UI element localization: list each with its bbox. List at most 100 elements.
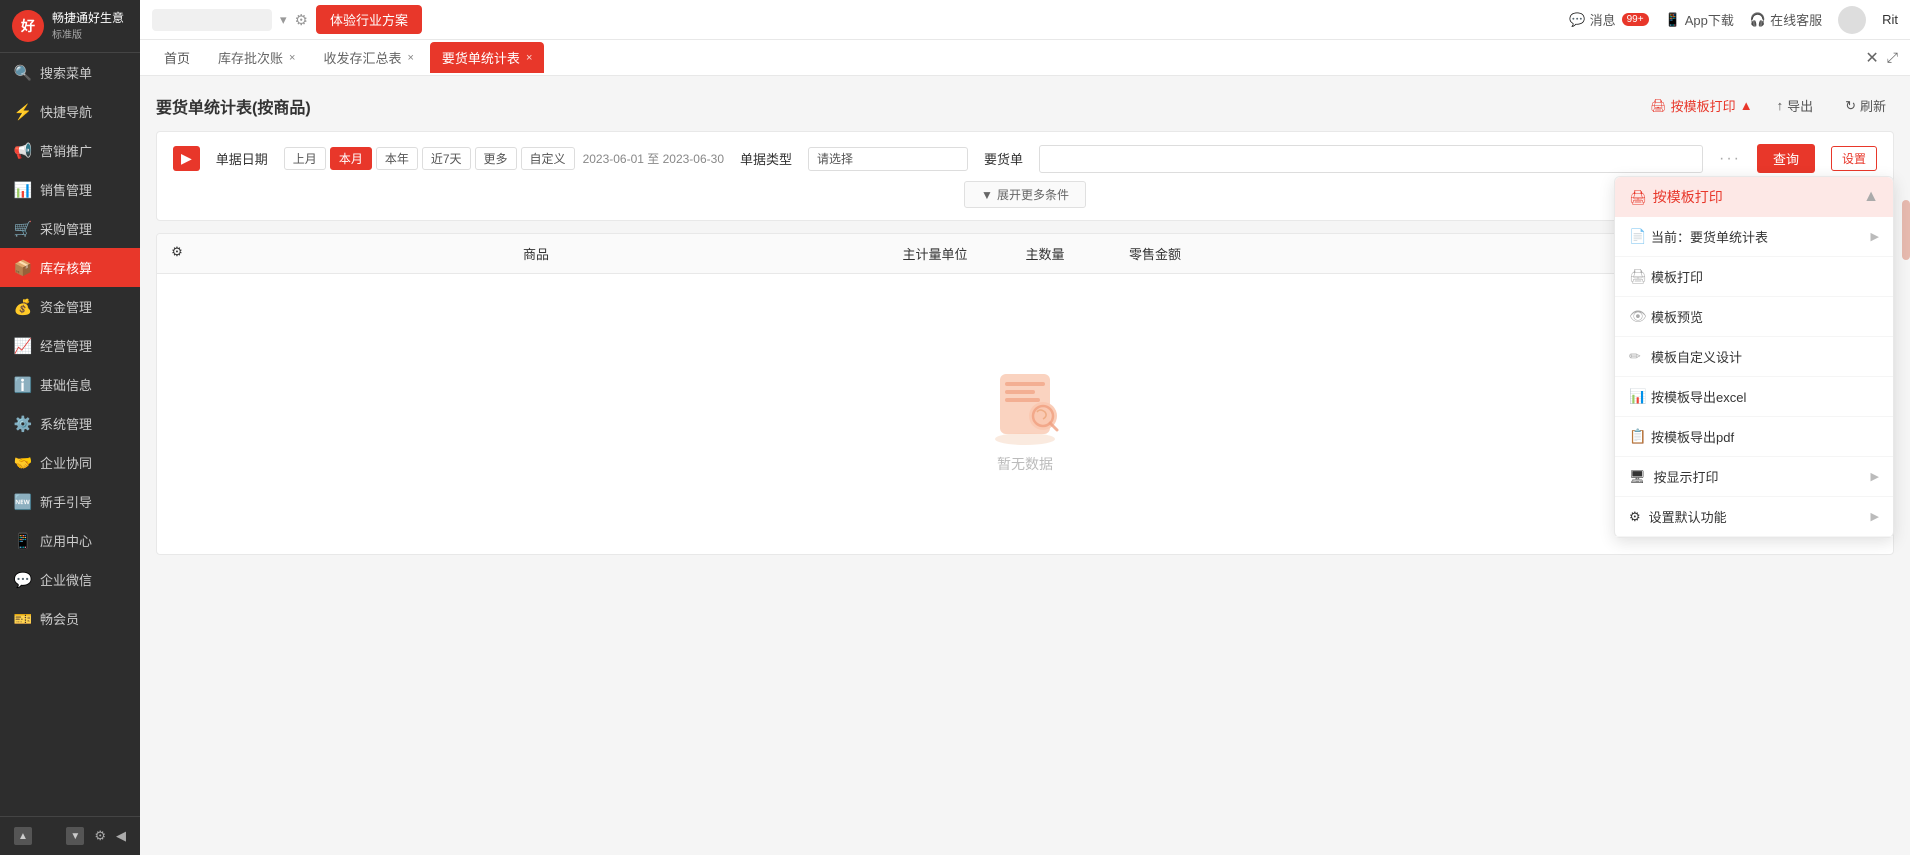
topbar-gear-icon[interactable]: ⚙ [295, 11, 308, 29]
marketing-icon: 📢 [14, 142, 32, 160]
type-select[interactable]: 请选择 [808, 147, 968, 171]
tab-home[interactable]: 首页 [152, 42, 202, 73]
dropdown-item-design[interactable]: ✏ 模板自定义设计 [1615, 337, 1893, 377]
page-title: 要货单统计表(按商品) [156, 94, 311, 118]
more-options-icon[interactable]: ··· [1719, 150, 1741, 168]
sidebar-item-marketing[interactable]: 📢 营销推广 [0, 131, 140, 170]
refresh-label: 刷新 [1860, 96, 1886, 115]
topbar-industry-btn[interactable]: 体验行业方案 [316, 5, 422, 34]
sidebar-item-quicknav[interactable]: ⚡ 快捷导航 [0, 92, 140, 131]
sidebar-item-inventory[interactable]: 📦 库存核算 [0, 248, 140, 287]
default-left: ⚙ 设置默认功能 [1629, 507, 1727, 526]
appcenter-icon: 📱 [14, 532, 32, 550]
col-amount: 零售金额 [1095, 244, 1215, 263]
tab-order-stats[interactable]: 要货单统计表 × [430, 42, 544, 73]
refresh-btn[interactable]: ↻ 刷新 [1837, 92, 1894, 119]
page-maximize-btn[interactable]: ⤢ [1887, 49, 1898, 66]
sidebar-item-operation[interactable]: 📈 经营管理 [0, 326, 140, 365]
date-btn-custom[interactable]: 自定义 [521, 147, 575, 170]
print-item-icon: 🖨 [1629, 268, 1647, 285]
date-btn-more[interactable]: 更多 [475, 147, 517, 170]
sidebar-item-wechat[interactable]: 💬 企业微信 [0, 560, 140, 599]
print-btn[interactable]: 🖨 按模板打印 ▲ [1650, 96, 1752, 115]
main-area: ▾ ⚙ 体验行业方案 💬 消息 99+ 📱 App下载 🎧 在线客服 Rit 首… [140, 0, 1910, 855]
tab-receipt-summary-close[interactable]: × [407, 52, 413, 64]
sidebar-scroll-down[interactable]: ▼ [66, 827, 84, 845]
expand-label: 展开更多条件 [997, 186, 1069, 203]
sidebar-item-purchase-label: 采购管理 [40, 219, 92, 238]
app-logo-icon: 好 [12, 10, 44, 42]
sidebar-item-inventory-label: 库存核算 [40, 258, 92, 277]
date-btn-cur[interactable]: 本月 [330, 147, 372, 170]
sidebar-item-system[interactable]: ⚙️ 系统管理 [0, 404, 140, 443]
sidebar-item-member[interactable]: 🎫 畅会员 [0, 599, 140, 638]
quicknav-icon: ⚡ [14, 103, 32, 121]
sidebar-item-newguide[interactable]: 🆕 新手引导 [0, 482, 140, 521]
appdownload-icon: 📱 [1665, 12, 1681, 28]
sidebar-item-member-label: 畅会员 [40, 609, 79, 628]
basic-icon: ℹ️ [14, 376, 32, 394]
default-label: 设置默认功能 [1649, 507, 1727, 526]
scrollbar-thumb[interactable] [1902, 200, 1910, 260]
default-icon: ⚙ [1629, 509, 1641, 525]
type-filter-label: 单据类型 [740, 149, 792, 168]
sidebar-item-appcenter-label: 应用中心 [40, 531, 92, 550]
sidebar-item-sales[interactable]: 📊 销售管理 [0, 170, 140, 209]
dropdown-current-item[interactable]: 📄 当前：要货单统计表 ▶ [1615, 217, 1893, 257]
dropdown-item-pdf-label: 按模板导出pdf [1651, 427, 1734, 446]
topbar-appdownload[interactable]: 📱 App下载 [1665, 10, 1734, 29]
preview-item-icon: 👁 [1629, 308, 1647, 325]
col-qty: 主数量 [995, 244, 1095, 263]
print-dropdown: 🖨 按模板打印 ▲ 📄 当前：要货单统计表 ▶ 🖨 模板打印 👁 模板预览 [1614, 176, 1894, 538]
goods-filter-input[interactable] [1039, 145, 1703, 173]
page-close-btn[interactable]: ✕ [1865, 48, 1878, 68]
dropdown-print-icon: 🖨 [1629, 189, 1647, 206]
date-btn-year[interactable]: 本年 [376, 147, 418, 170]
col-unit: 主计量单位 [875, 244, 995, 263]
dropdown-item-print[interactable]: 🖨 模板打印 [1615, 257, 1893, 297]
dropdown-item-default[interactable]: ⚙ 设置默认功能 ▶ [1615, 497, 1893, 537]
tab-inventory-batch-close[interactable]: × [289, 52, 295, 64]
query-btn[interactable]: 查询 [1757, 144, 1815, 173]
sidebar-item-basic[interactable]: ℹ️ 基础信息 [0, 365, 140, 404]
topbar-dropdown-arrow[interactable]: ▾ [280, 12, 287, 28]
topbar-messages[interactable]: 💬 消息 99+ [1569, 10, 1648, 29]
dropdown-item-display-print[interactable]: 🖥 按显示打印 ▶ [1615, 457, 1893, 497]
current-item-arrow: ▶ [1871, 230, 1879, 243]
sidebar-item-appcenter[interactable]: 📱 应用中心 [0, 521, 140, 560]
service-icon: 🎧 [1750, 12, 1766, 28]
dropdown-item-excel[interactable]: 📊 按模板导出excel [1615, 377, 1893, 417]
sidebar-collapse-icon[interactable]: ◀ [116, 828, 126, 844]
dropdown-header: 🖨 按模板打印 ▲ [1615, 177, 1893, 217]
topbar-service[interactable]: 🎧 在线客服 [1750, 10, 1822, 29]
export-btn[interactable]: ↑ 导出 [1769, 92, 1822, 119]
inventory-icon: 📦 [14, 259, 32, 277]
dropdown-item-preview[interactable]: 👁 模板预览 [1615, 297, 1893, 337]
dropdown-item-design-label: 模板自定义设计 [1651, 347, 1742, 366]
date-btn-7day[interactable]: 近7天 [422, 147, 471, 170]
expand-icon: ▼ [981, 188, 993, 202]
filter-collapse-btn[interactable]: ▶ [173, 146, 200, 171]
sidebar-item-purchase[interactable]: 🛒 采购管理 [0, 209, 140, 248]
dropdown-item-pdf[interactable]: 📋 按模板导出pdf [1615, 417, 1893, 457]
service-label: 在线客服 [1770, 10, 1822, 29]
topbar: ▾ ⚙ 体验行业方案 💬 消息 99+ 📱 App下载 🎧 在线客服 Rit [140, 0, 1910, 40]
sidebar-search[interactable]: 🔍 搜索菜单 [0, 53, 140, 92]
expand-btn[interactable]: ▼ 展开更多条件 [964, 181, 1086, 208]
tab-receipt-summary[interactable]: 收发存汇总表 × [311, 42, 425, 73]
tab-order-stats-close[interactable]: × [526, 52, 532, 64]
message-icon: 💬 [1569, 12, 1585, 28]
dropdown-close-btn[interactable]: ▲ [1863, 188, 1879, 206]
user-avatar[interactable] [1838, 6, 1866, 34]
design-item-icon: ✏ [1629, 348, 1641, 365]
sidebar-scroll-up[interactable]: ▲ [14, 827, 32, 845]
tab-inventory-batch[interactable]: 库存批次账 × [206, 42, 307, 73]
sidebar-item-finance[interactable]: 💰 资金管理 [0, 287, 140, 326]
settings-btn[interactable]: 设置 [1831, 146, 1877, 171]
date-filter-label: 单据日期 [216, 149, 268, 168]
sidebar-item-collab[interactable]: 🤝 企业协同 [0, 443, 140, 482]
topbar-search-input[interactable] [152, 9, 272, 31]
sidebar-settings-icon[interactable]: ⚙ [94, 828, 106, 844]
date-btn-prev[interactable]: 上月 [284, 147, 326, 170]
col-settings[interactable]: ⚙ [157, 244, 197, 263]
